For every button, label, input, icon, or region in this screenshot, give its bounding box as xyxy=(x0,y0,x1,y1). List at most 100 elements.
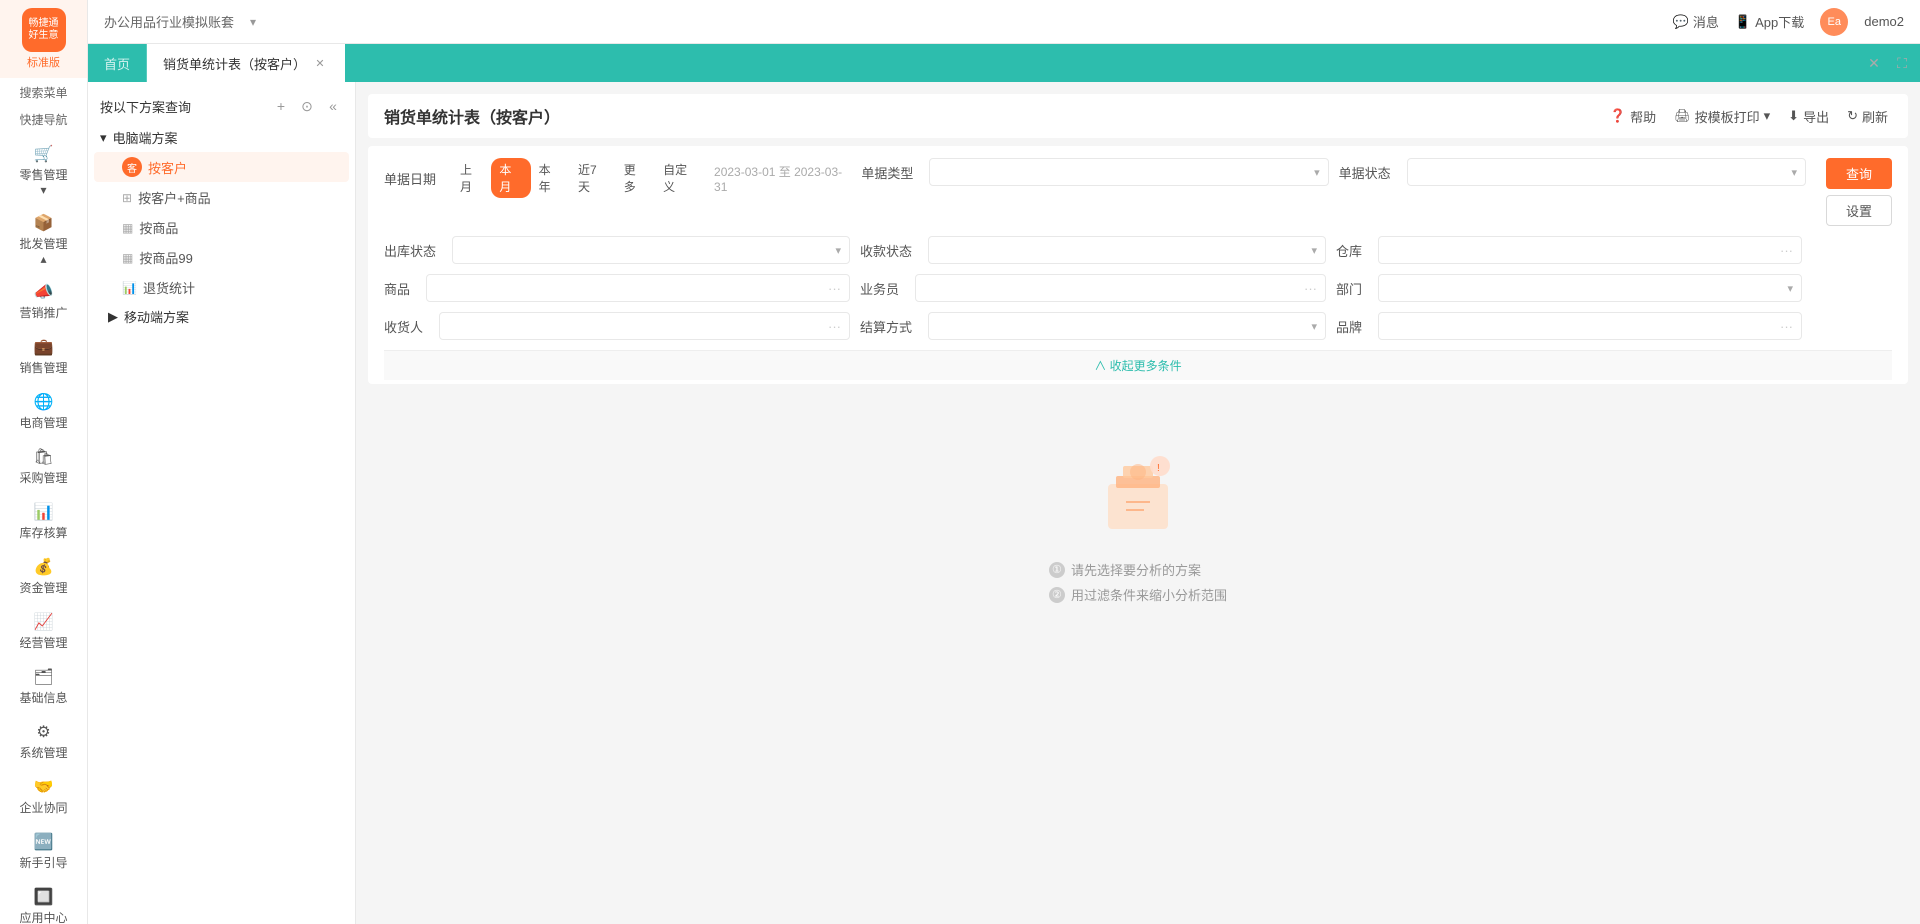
export-btn[interactable]: ⬇ 导出 xyxy=(1784,105,1833,128)
app-download-btn[interactable]: 📱 App下载 xyxy=(1735,12,1804,31)
sidebar-item-inventory[interactable]: 📊 库存核算 xyxy=(0,494,87,549)
filter-section: 单据日期 上月 本月 本年 近7天 更多 自定义 2023-03-01 至 20… xyxy=(368,146,1908,384)
recipient-select[interactable]: ··· xyxy=(439,312,850,340)
mobile-group-arrow: ▶ xyxy=(108,309,118,325)
empty-state: ! ① 请先选择要分析的方案 ② 用过滤条件来缩小分析范围 xyxy=(368,384,1908,670)
stock-status-select[interactable]: ▾ xyxy=(452,236,850,264)
order-status-label: 单据状态 xyxy=(1339,163,1391,182)
settle-select[interactable]: ▾ xyxy=(928,312,1326,340)
payment-status-chevron: ▾ xyxy=(1311,244,1317,257)
date-btn-custom[interactable]: 自定义 xyxy=(655,158,706,198)
scheme-settings-btn[interactable]: ⊙ xyxy=(297,96,317,116)
order-type-select[interactable]: ▾ xyxy=(929,158,1328,186)
quick-nav-btn[interactable]: 快捷导航 xyxy=(0,107,87,132)
order-status-select[interactable]: ▾ xyxy=(1407,158,1806,186)
sidebar-item-apps[interactable]: 🔲 应用中心 xyxy=(0,879,87,924)
logo-text: 畅捷通好生意 xyxy=(29,18,59,42)
desktop-group-header[interactable]: ▾ 电脑端方案 xyxy=(88,124,355,151)
search-menu-btn[interactable]: 搜索菜单 xyxy=(0,78,87,107)
corp-icon: 🤝 xyxy=(34,777,54,797)
warehouse-select[interactable]: ··· xyxy=(1378,236,1802,264)
sidebar-item-finance[interactable]: 💰 资金管理 xyxy=(0,549,87,604)
date-btn-last-month[interactable]: 上月 xyxy=(452,158,491,198)
product-dots-icon[interactable]: ··· xyxy=(828,281,841,296)
window-controls: ✕ ⛶ xyxy=(1856,44,1920,82)
app-logo: 畅捷通好生意 标准版 xyxy=(0,0,87,78)
payment-status-select[interactable]: ▾ xyxy=(928,236,1326,264)
print-icon: 🖨 xyxy=(1674,108,1691,124)
refresh-icon: ↻ xyxy=(1847,108,1858,124)
recipient-dots-icon[interactable]: ··· xyxy=(828,319,841,334)
dept-label: 部门 xyxy=(1336,279,1362,298)
scheme-by-product99[interactable]: ▦ 按商品99 xyxy=(94,243,349,272)
sidebar-item-label: 基础信息 xyxy=(19,689,67,706)
scheme-customer-product-label: 按客户+商品 xyxy=(138,188,211,207)
sidebar-item-guide[interactable]: 🆕 新手引导 xyxy=(0,824,87,879)
message-btn[interactable]: 💬 消息 xyxy=(1673,12,1719,31)
sidebar-item-retail[interactable]: 🛒 零售管理 ▾ xyxy=(0,136,87,205)
tab-report[interactable]: 销货单统计表（按客户） ✕ xyxy=(147,44,345,82)
refresh-label: 刷新 xyxy=(1862,107,1888,126)
date-btn-7days[interactable]: 近7天 xyxy=(570,158,616,198)
product-select[interactable]: ··· xyxy=(426,274,850,302)
sidebar-item-corp[interactable]: 🤝 企业协同 xyxy=(0,769,87,824)
retail-icon: 🛒 xyxy=(34,144,54,164)
warehouse-dots-icon[interactable]: ··· xyxy=(1780,243,1793,258)
app-download-label: App下载 xyxy=(1755,12,1804,31)
staff-dots-icon[interactable]: ··· xyxy=(1304,281,1317,296)
finance-icon: 💰 xyxy=(34,557,54,577)
scheme-by-customer-product[interactable]: ⊞ 按客户+商品 xyxy=(94,183,349,212)
avatar-text: Ea xyxy=(1828,16,1841,28)
sidebar-item-label: 应用中心 xyxy=(19,909,67,924)
stock-status-label: 出库状态 xyxy=(384,241,436,260)
topbar-dropdown-icon[interactable]: ▾ xyxy=(250,15,256,29)
scheme-returns[interactable]: 📊 退货统计 xyxy=(94,273,349,302)
mobile-group-header[interactable]: ▶ 移动端方案 xyxy=(88,303,355,330)
staff-select[interactable]: ··· xyxy=(915,274,1326,302)
collapse-btn[interactable]: ∧ 收起更多条件 xyxy=(384,350,1892,380)
sidebar-item-ops[interactable]: 📈 经营管理 xyxy=(0,604,87,659)
export-icon: ⬇ xyxy=(1788,108,1799,124)
brand-select[interactable]: ··· xyxy=(1378,312,1802,340)
query-btn[interactable]: 查询 xyxy=(1826,158,1892,189)
date-btn-this-year[interactable]: 本年 xyxy=(531,158,570,198)
collapse-panel-btn[interactable]: « xyxy=(323,96,343,116)
user-avatar[interactable]: Ea xyxy=(1820,8,1848,36)
settings-btn[interactable]: 设置 xyxy=(1826,195,1892,226)
dept-select[interactable]: ▾ xyxy=(1378,274,1802,302)
maximize-btn[interactable]: ⛶ xyxy=(1892,53,1912,73)
sidebar-item-marketing[interactable]: 📣 营销推广 xyxy=(0,274,87,329)
tab-home[interactable]: 首页 xyxy=(88,44,147,82)
sidebar-item-purchase[interactable]: 🛍 采购管理 xyxy=(0,439,87,494)
add-scheme-btn[interactable]: + xyxy=(271,96,291,116)
mobile-group-label: 移动端方案 xyxy=(124,307,189,326)
sidebar-item-ecommerce[interactable]: 🌐 电商管理 xyxy=(0,384,87,439)
sidebar-item-label: 新手引导 xyxy=(19,854,67,871)
sidebar-item-sales[interactable]: 💼 销售管理 xyxy=(0,329,87,384)
sidebar-item-label: 系统管理 xyxy=(19,744,67,761)
tip-text-1: 请先选择要分析的方案 xyxy=(1071,560,1201,579)
left-panel-header: 按以下方案查询 + ⊙ « xyxy=(88,92,355,124)
scheme-by-product[interactable]: ▦ 按商品 xyxy=(94,213,349,242)
scheme-by-customer[interactable]: 客 按客户 xyxy=(94,152,349,182)
sidebar-item-system[interactable]: ⚙ 系统管理 xyxy=(0,714,87,769)
user-name[interactable]: demo2 xyxy=(1864,14,1904,29)
topbar-actions: 💬 消息 📱 App下载 Ea demo2 xyxy=(1673,8,1904,36)
guide-icon: 🆕 xyxy=(34,832,54,852)
minimize-btn[interactable]: ✕ xyxy=(1864,53,1884,73)
refresh-btn[interactable]: ↻ 刷新 xyxy=(1843,105,1892,128)
sidebar-item-label: 库存核算 xyxy=(19,524,67,541)
sidebar-item-label: 零售管理 xyxy=(19,166,67,183)
sidebar-item-wholesale[interactable]: 📦 批发管理 ▴ xyxy=(0,205,87,274)
print-label: 按模板打印 xyxy=(1695,107,1760,126)
help-btn[interactable]: ❓ 帮助 xyxy=(1606,105,1660,128)
order-type-label: 单据类型 xyxy=(861,163,913,182)
print-btn[interactable]: 🖨 按模板打印 ▾ xyxy=(1670,105,1774,128)
date-btn-more[interactable]: 更多 xyxy=(616,158,655,198)
tab-close-icon[interactable]: ✕ xyxy=(312,55,328,71)
scheme-customer-label: 按客户 xyxy=(148,158,187,177)
sidebar-item-base[interactable]: 🗂 基础信息 xyxy=(0,659,87,714)
date-btn-this-month[interactable]: 本月 xyxy=(491,158,530,198)
brand-dots-icon[interactable]: ··· xyxy=(1780,319,1793,334)
wholesale-arrow-icon: ▴ xyxy=(40,252,46,266)
